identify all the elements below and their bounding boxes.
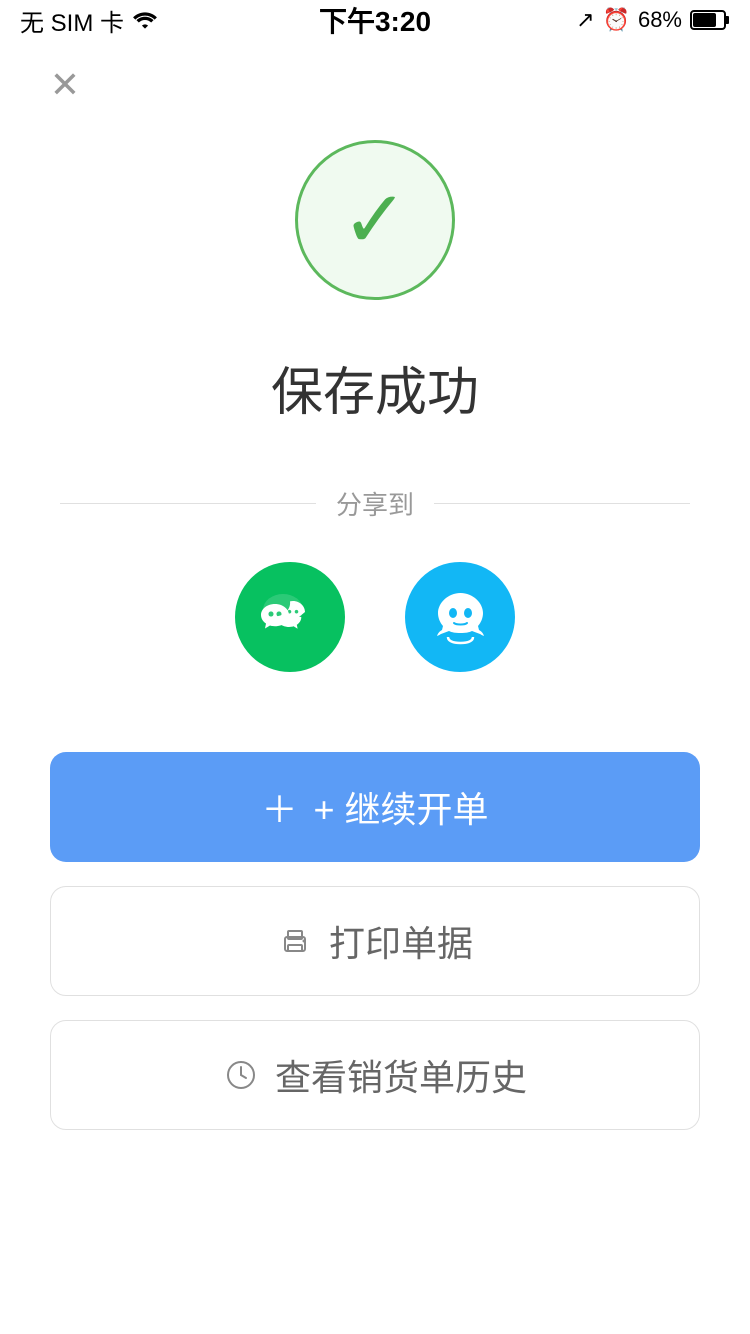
share-section: 分享到 — [0, 485, 750, 672]
divider-right — [434, 503, 690, 504]
status-time: 下午3:20 — [319, 0, 431, 40]
alarm-icon: ⏰ — [603, 7, 630, 33]
close-button[interactable]: ✕ — [40, 60, 90, 110]
wechat-share-button[interactable] — [235, 562, 345, 672]
action-buttons: ＋ + 继续开单 打印单据 查看销货单历史 — [0, 752, 750, 1130]
location-icon: ↗ — [576, 7, 594, 33]
qq-icon — [428, 585, 493, 650]
close-icon: ✕ — [50, 64, 80, 106]
print-button[interactable]: 打印单据 — [50, 886, 700, 996]
continue-label: + 继续开单 — [313, 781, 488, 833]
qq-share-button[interactable] — [405, 562, 515, 672]
status-bar: 无 SIM 卡 下午3:20 ↗ ⏰ 68% — [0, 0, 750, 40]
print-label: 打印单据 — [329, 915, 473, 967]
wifi-icon — [132, 10, 158, 30]
continue-button[interactable]: ＋ + 继续开单 — [50, 752, 700, 862]
battery-text: 68% — [638, 7, 682, 33]
history-button[interactable]: 查看销货单历史 — [50, 1020, 700, 1130]
main-content: ✓ 保存成功 分享到 — [0, 40, 750, 1130]
print-icon — [277, 923, 313, 959]
status-right: ↗ ⏰ 68% — [576, 7, 730, 33]
share-label: 分享到 — [316, 485, 434, 522]
success-title: 保存成功 — [271, 350, 479, 425]
history-label: 查看销货单历史 — [275, 1049, 527, 1101]
divider-left — [60, 503, 316, 504]
clock-icon — [223, 1057, 259, 1093]
checkmark-icon: ✓ — [341, 180, 408, 260]
no-sim-text: 无 SIM 卡 — [20, 3, 124, 38]
share-icons — [235, 562, 515, 672]
wechat-icon — [255, 582, 325, 652]
battery-icon — [690, 9, 730, 31]
success-circle: ✓ — [295, 140, 455, 300]
share-divider: 分享到 — [0, 485, 750, 522]
plus-icon: ＋ — [261, 781, 297, 833]
status-left: 无 SIM 卡 — [20, 3, 158, 38]
